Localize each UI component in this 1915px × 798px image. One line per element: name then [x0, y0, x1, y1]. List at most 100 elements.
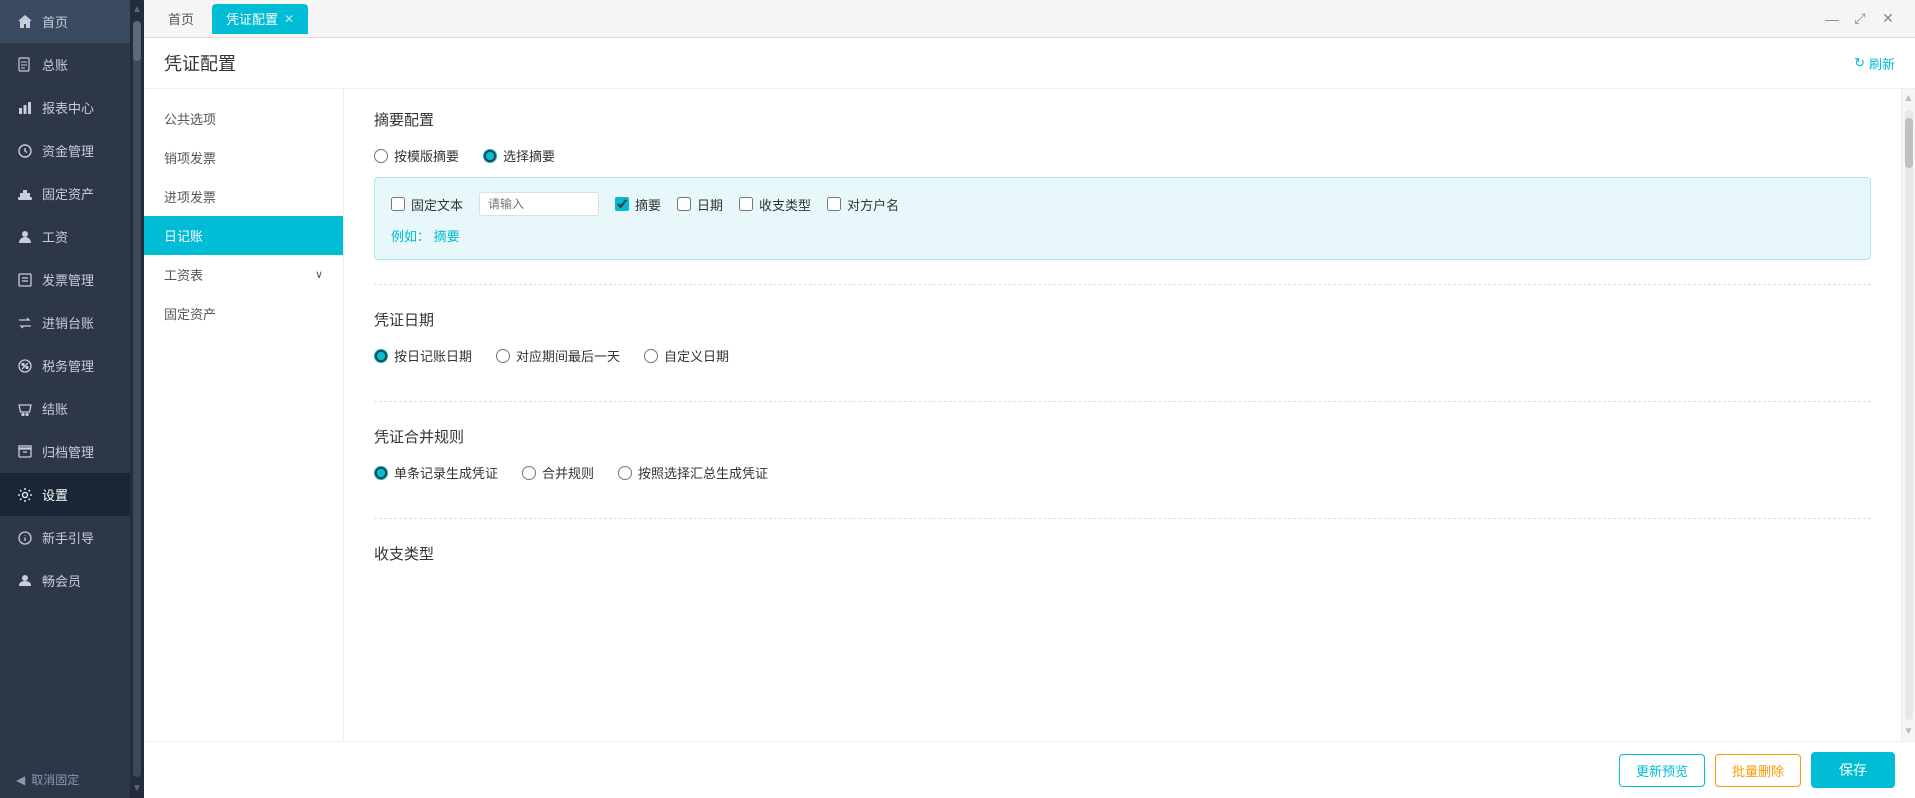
date-radio-custom-label: 自定义日期 — [664, 346, 729, 365]
scroll-up-button[interactable]: ▲ — [1904, 89, 1914, 108]
ledger-icon — [16, 56, 34, 74]
sidebar-item-invoice-label: 发票管理 — [42, 270, 94, 289]
check-counterpart[interactable]: 对方户名 — [827, 195, 899, 214]
left-menu-payroll[interactable]: 工资表 ∨ — [144, 255, 343, 294]
date-radio-journal[interactable]: 按日记账日期 — [374, 346, 472, 365]
sidebar-item-guide[interactable]: 新手引导 — [0, 516, 130, 559]
close-button[interactable]: ✕ — [1879, 10, 1897, 28]
sidebar-item-ledger[interactable]: 总账 — [0, 43, 130, 86]
footer-bar: 更新预览 批量删除 保存 — [144, 741, 1915, 798]
sidebar-item-report[interactable]: 报表中心 — [0, 86, 130, 129]
asset-icon — [16, 185, 34, 203]
maximize-button[interactable]: ⤢ — [1851, 10, 1869, 28]
guide-icon — [16, 529, 34, 547]
sidebar-item-guide-label: 新手引导 — [42, 528, 94, 547]
merge-title: 凭证合并规则 — [374, 426, 1871, 447]
sidebar-item-asset-label: 固定资产 — [42, 184, 94, 203]
sidebar-item-tax[interactable]: 税务管理 — [0, 344, 130, 387]
save-button[interactable]: 保存 — [1811, 752, 1895, 788]
refresh-icon: ↻ — [1854, 55, 1865, 71]
left-menu-purchase-invoice[interactable]: 进项发票 — [144, 177, 343, 216]
merge-radio-single-input[interactable] — [374, 466, 388, 480]
close-icon: ✕ — [1882, 10, 1894, 27]
sidebar-item-salary-label: 工资 — [42, 227, 68, 246]
batch-delete-button[interactable]: 批量删除 — [1715, 754, 1801, 787]
check-date[interactable]: 日期 — [677, 195, 723, 214]
check-counterpart-label: 对方户名 — [847, 195, 899, 214]
sidebar-item-home[interactable]: 首页 — [0, 0, 130, 43]
summary-radio-select[interactable]: 选择摘要 — [483, 146, 555, 165]
date-radio-period-last-input[interactable] — [496, 349, 510, 363]
page-content: 凭证配置 ↻ 刷新 公共选项 销项发票 进项发票 日记账 — [144, 38, 1915, 798]
merge-section: 凭证合并规则 单条记录生成凭证 合并规则 — [374, 426, 1871, 519]
merge-radio-single[interactable]: 单条记录生成凭证 — [374, 463, 498, 482]
left-menu-fixed-asset[interactable]: 固定资产 — [144, 294, 343, 333]
fixed-text-input[interactable] — [479, 192, 599, 216]
refresh-button[interactable]: ↻ 刷新 — [1854, 54, 1895, 73]
merge-radio-merge-input[interactable] — [522, 466, 536, 480]
tab-close-icon[interactable]: ✕ — [284, 13, 294, 25]
sidebar-item-home-label: 首页 — [42, 12, 68, 31]
sidebar-item-asset[interactable]: 固定资产 — [0, 172, 130, 215]
sidebar-scroll-up[interactable]: ▲ — [132, 0, 142, 19]
sidebar-item-archive[interactable]: 归档管理 — [0, 430, 130, 473]
date-radio-custom-input[interactable] — [644, 349, 658, 363]
merge-radio-summary-label: 按照选择汇总生成凭证 — [638, 463, 768, 482]
check-income-type[interactable]: 收支类型 — [739, 195, 811, 214]
check-summary-input[interactable] — [615, 197, 629, 211]
date-radio-custom[interactable]: 自定义日期 — [644, 346, 729, 365]
report-icon — [16, 99, 34, 117]
settings-icon — [16, 486, 34, 504]
date-title: 凭证日期 — [374, 309, 1871, 330]
refresh-label: 刷新 — [1869, 54, 1895, 73]
content-layout: 公共选项 销项发票 进项发票 日记账 工资表 ∨ 固定资产 — [144, 89, 1915, 741]
scroll-down-button[interactable]: ▼ — [1904, 722, 1914, 741]
sidebar-item-trade[interactable]: 进销台账 — [0, 301, 130, 344]
check-income-type-label: 收支类型 — [759, 195, 811, 214]
tab-home[interactable]: 首页 — [154, 4, 208, 34]
check-summary[interactable]: 摘要 — [615, 195, 661, 214]
sidebar-item-checkout[interactable]: 结账 — [0, 387, 130, 430]
check-date-input[interactable] — [677, 197, 691, 211]
summary-radio-template[interactable]: 按模版摘要 — [374, 146, 459, 165]
merge-radio-summary[interactable]: 按照选择汇总生成凭证 — [618, 463, 768, 482]
summary-checkboxes-row: 固定文本 摘要 日期 — [391, 192, 1854, 216]
left-menu-sales-invoice-label: 销项发票 — [164, 148, 216, 167]
summary-radio-template-label: 按模版摘要 — [394, 146, 459, 165]
merge-radio-group: 单条记录生成凭证 合并规则 按照选择汇总生成凭证 — [374, 463, 1871, 482]
sidebar-item-invoice[interactable]: 发票管理 — [0, 258, 130, 301]
sidebar-item-settings-label: 设置 — [42, 485, 68, 504]
summary-radio-template-input[interactable] — [374, 149, 388, 163]
check-fixed-text-input[interactable] — [391, 197, 405, 211]
income-title: 收支类型 — [374, 543, 1871, 564]
sidebar-item-member[interactable]: 畅会员 — [0, 559, 130, 602]
sidebar-item-report-label: 报表中心 — [42, 98, 94, 117]
sidebar-scroll-down[interactable]: ▼ — [132, 779, 142, 798]
sidebar-item-salary[interactable]: 工资 — [0, 215, 130, 258]
minimize-button[interactable]: — — [1823, 10, 1841, 28]
date-radio-group: 按日记账日期 对应期间最后一天 自定义日期 — [374, 346, 1871, 365]
left-menu: 公共选项 销项发票 进项发票 日记账 工资表 ∨ 固定资产 — [144, 89, 344, 741]
left-menu-public-label: 公共选项 — [164, 109, 216, 128]
left-menu-journal[interactable]: 日记账 — [144, 216, 343, 255]
sidebar-item-settings[interactable]: 设置 — [0, 473, 130, 516]
date-radio-period-last[interactable]: 对应期间最后一天 — [496, 346, 620, 365]
sidebar-item-fund[interactable]: 资金管理 — [0, 129, 130, 172]
update-preview-button[interactable]: 更新预览 — [1619, 754, 1705, 787]
check-fixed-text[interactable]: 固定文本 — [391, 195, 463, 214]
date-section: 凭证日期 按日记账日期 对应期间最后一天 — [374, 309, 1871, 402]
check-counterpart-input[interactable] — [827, 197, 841, 211]
sidebar-item-trade-label: 进销台账 — [42, 313, 94, 332]
merge-radio-summary-input[interactable] — [618, 466, 632, 480]
summary-radio-select-input[interactable] — [483, 149, 497, 163]
invoice-icon — [16, 271, 34, 289]
sidebar-item-fund-label: 资金管理 — [42, 141, 94, 160]
check-income-type-input[interactable] — [739, 197, 753, 211]
left-menu-sales-invoice[interactable]: 销项发票 — [144, 138, 343, 177]
merge-radio-merge[interactable]: 合并规则 — [522, 463, 594, 482]
tab-voucher-config[interactable]: 凭证配置 ✕ — [212, 4, 308, 34]
left-menu-public[interactable]: 公共选项 — [144, 99, 343, 138]
example-value: 摘要 — [434, 229, 460, 244]
sidebar-unpin[interactable]: ◀ 取消固定 — [0, 761, 130, 798]
date-radio-journal-input[interactable] — [374, 349, 388, 363]
